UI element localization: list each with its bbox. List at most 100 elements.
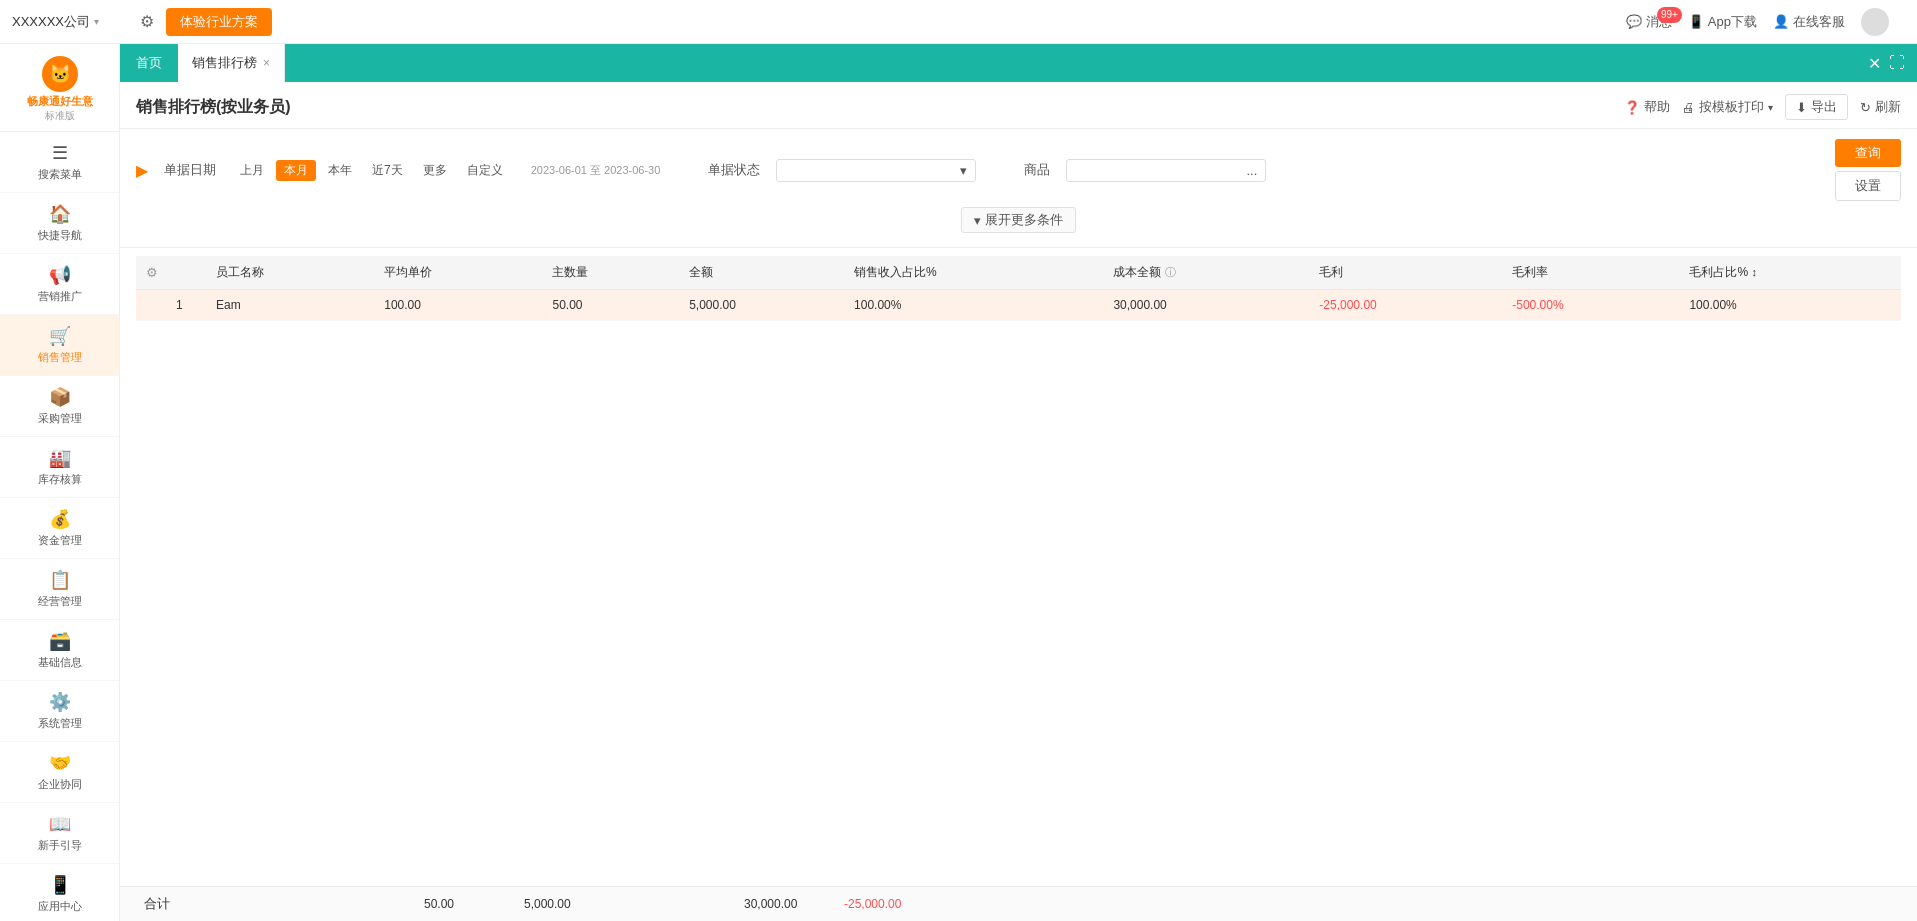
query-button[interactable]: 查询: [1835, 139, 1901, 167]
sidebar-item-label: 快捷导航: [38, 228, 82, 243]
sidebar-item-label: 应用中心: [38, 899, 82, 914]
td-avg-price: 100.00: [376, 290, 544, 321]
sidebar-item-purchase[interactable]: 📦 采购管理: [0, 376, 119, 437]
expand-label: 展开更多条件: [985, 211, 1063, 229]
phone-icon: 📱: [1688, 14, 1704, 29]
headset-icon: 👤: [1773, 14, 1789, 29]
status-label: 单据状态: [708, 161, 760, 179]
sidebar-item-basic[interactable]: 🗃️ 基础信息: [0, 620, 119, 681]
cart-icon: 🛒: [49, 325, 71, 347]
online-service-button[interactable]: 👤 在线客服: [1773, 13, 1845, 31]
print-icon: 🖨: [1682, 100, 1695, 115]
expand-button[interactable]: ▾ 展开更多条件: [961, 207, 1076, 233]
window-expand-icon[interactable]: ⛶: [1889, 54, 1905, 72]
app-download-button[interactable]: 📱 App下载: [1688, 13, 1757, 31]
column-settings-icon[interactable]: ⚙: [146, 265, 158, 280]
sidebar-item-quick-nav[interactable]: 🏠 快捷导航: [0, 193, 119, 254]
date-opt-custom[interactable]: 自定义: [459, 160, 511, 181]
footer-label: 合计: [144, 895, 344, 913]
main-layout: 🐱 畅康通好生意 标准版 ☰ 搜索菜单 🏠 快捷导航 📢 营销推广 🛒 销售管理…: [0, 44, 1917, 921]
tab-home[interactable]: 首页: [120, 44, 178, 82]
date-opt-more[interactable]: 更多: [415, 160, 455, 181]
expand-row: ▾ 展开更多条件: [136, 201, 1901, 237]
footer-qty: 50.00: [424, 897, 524, 911]
chevron-down-icon: ▾: [974, 213, 981, 228]
message-button[interactable]: 💬 消息 99+: [1626, 13, 1672, 31]
sidebar-item-finance[interactable]: 💰 资金管理: [0, 498, 119, 559]
sidebar-item-apps[interactable]: 📱 应用中心: [0, 864, 119, 921]
megaphone-icon: 📢: [49, 264, 71, 286]
date-opt-7days[interactable]: 近7天: [364, 160, 411, 181]
message-icon: 💬: [1626, 14, 1642, 29]
goods-input[interactable]: ...: [1066, 159, 1266, 182]
sidebar-item-system[interactable]: ⚙️ 系统管理: [0, 681, 119, 742]
td-amount: 5,000.00: [681, 290, 846, 321]
avatar[interactable]: [1861, 8, 1889, 36]
tab-sales-ranking[interactable]: 销售排行榜 ×: [178, 44, 285, 82]
database-icon: 🗃️: [49, 630, 71, 652]
sidebar-item-label: 采购管理: [38, 411, 82, 426]
settings-button[interactable]: 设置: [1835, 171, 1901, 201]
date-opt-this-year[interactable]: 本年: [320, 160, 360, 181]
th-gross-rate: 毛利率: [1504, 256, 1681, 290]
page-actions: ❓ 帮助 🖨 按模板打印 ▾ ⬇ 导出 ↻ 刷新: [1624, 94, 1901, 120]
gear-icon[interactable]: ⚙: [140, 12, 154, 31]
td-gross-pct: 100.00%: [1681, 290, 1901, 321]
window-close-icon[interactable]: ✕: [1868, 54, 1881, 73]
print-button[interactable]: 🖨 按模板打印 ▾: [1682, 98, 1773, 116]
trial-button[interactable]: 体验行业方案: [166, 8, 272, 36]
help-icon: ❓: [1624, 100, 1640, 115]
sidebar-item-marketing[interactable]: 📢 营销推广: [0, 254, 119, 315]
th-name: 员工名称: [208, 256, 376, 290]
table-body: 1 Eam 100.00 50.00 5,000.00 100.00% 30,0…: [136, 290, 1901, 321]
td-qty: 50.00: [544, 290, 681, 321]
sidebar-item-search[interactable]: ☰ 搜索菜单: [0, 132, 119, 193]
sidebar-item-enterprise[interactable]: 🤝 企业协同: [0, 742, 119, 803]
sidebar: 🐱 畅康通好生意 标准版 ☰ 搜索菜单 🏠 快捷导航 📢 营销推广 🛒 销售管理…: [0, 44, 120, 921]
company-selector[interactable]: XXXXXX公司 ▾: [12, 13, 132, 31]
tab-bar: 首页 销售排行榜 × ✕ ⛶: [120, 44, 1917, 82]
search-menu-icon: ☰: [52, 142, 68, 164]
date-options: 上月 本月 本年 近7天 更多 自定义: [232, 160, 511, 181]
content-area: 首页 销售排行榜 × ✕ ⛶ 销售排行榜(按业务员) ❓ 帮助: [120, 44, 1917, 921]
sidebar-item-label: 库存核算: [38, 472, 82, 487]
th-gross: 毛利: [1311, 256, 1504, 290]
date-opt-last-month[interactable]: 上月: [232, 160, 272, 181]
page-content: 销售排行榜(按业务员) ❓ 帮助 🖨 按模板打印 ▾ ⬇ 导出: [120, 82, 1917, 921]
apps-icon: 📱: [49, 874, 71, 896]
td-cost: 30,000.00: [1105, 290, 1311, 321]
status-chevron-icon: ▾: [960, 163, 967, 178]
footer-amount: 5,000.00: [524, 897, 624, 911]
status-select[interactable]: ▾: [776, 159, 976, 182]
sidebar-item-inventory[interactable]: 🏭 库存核算: [0, 437, 119, 498]
sidebar-item-guide[interactable]: 📖 新手引导: [0, 803, 119, 864]
sidebar-item-label: 系统管理: [38, 716, 82, 731]
sidebar-item-operations[interactable]: 📋 经营管理: [0, 559, 119, 620]
td-sales-pct: 100.00%: [846, 290, 1105, 321]
help-label: 帮助: [1644, 98, 1670, 116]
table-row: 1 Eam 100.00 50.00 5,000.00 100.00% 30,0…: [136, 290, 1901, 321]
date-opt-this-month[interactable]: 本月: [276, 160, 316, 181]
sidebar-item-sales[interactable]: 🛒 销售管理: [0, 315, 119, 376]
th-sales-pct: 销售收入占比%: [846, 256, 1105, 290]
td-settings: [136, 290, 168, 321]
book-icon: 📖: [49, 813, 71, 835]
filter-collapse-icon[interactable]: ▶: [136, 161, 148, 180]
goods-label: 商品: [1024, 161, 1050, 179]
money-icon: 💰: [49, 508, 71, 530]
goods-more-icon: ...: [1247, 163, 1258, 178]
sidebar-item-label: 企业协同: [38, 777, 82, 792]
export-button[interactable]: ⬇ 导出: [1785, 94, 1848, 120]
topbar-right: 💬 消息 99+ 📱 App下载 👤 在线客服: [1626, 8, 1905, 36]
refresh-button[interactable]: ↻ 刷新: [1860, 98, 1901, 116]
help-button[interactable]: ❓ 帮助: [1624, 98, 1670, 116]
box-icon: 📦: [49, 386, 71, 408]
td-gross-rate: -500.00%: [1504, 290, 1681, 321]
td-name: Eam: [208, 290, 376, 321]
tab-label: 销售排行榜: [192, 54, 257, 72]
close-icon[interactable]: ×: [263, 56, 270, 70]
th-settings: ⚙: [136, 256, 168, 290]
sales-ranking-table: ⚙ 员工名称 平均单价 主数量 全额 销售收入占比% 成本全额 ⓘ 毛利 毛利率…: [136, 256, 1901, 321]
service-label: 在线客服: [1793, 13, 1845, 31]
footer-cost: 30,000.00: [744, 897, 844, 911]
